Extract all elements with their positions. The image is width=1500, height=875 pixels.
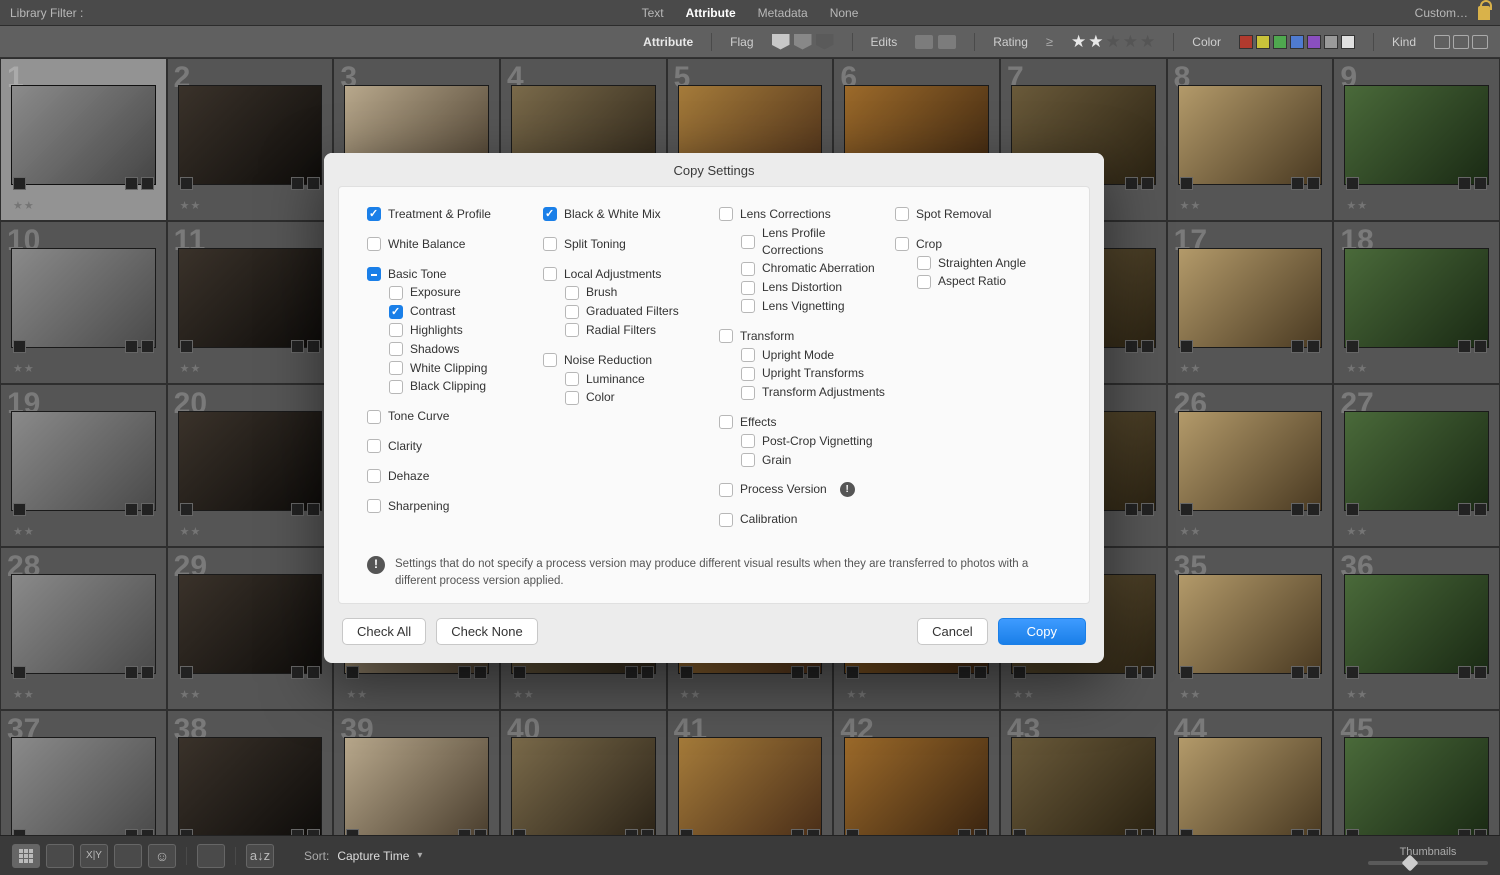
copy-button[interactable]: Copy xyxy=(998,618,1086,645)
checkbox-label: White Clipping xyxy=(410,360,487,377)
checkbox-label: Brush xyxy=(586,284,617,301)
checkbox-label: Shadows xyxy=(410,341,459,358)
checkbox-label: Aspect Ratio xyxy=(938,273,1006,290)
checkbox-contrast[interactable] xyxy=(389,305,403,319)
checkbox-brush[interactable] xyxy=(565,286,579,300)
checkbox-color[interactable] xyxy=(565,391,579,405)
checkbox-label: Radial Filters xyxy=(586,322,656,339)
checkbox-local-adjustments[interactable] xyxy=(543,267,557,281)
process-version-warning-icon: ! xyxy=(840,482,855,497)
checkbox-label: Upright Transforms xyxy=(762,365,864,382)
dialog-title: Copy Settings xyxy=(324,153,1104,186)
cancel-button[interactable]: Cancel xyxy=(917,618,987,645)
checkbox-label: Contrast xyxy=(410,303,455,320)
checkbox-transform-adjustments[interactable] xyxy=(741,386,755,400)
checkbox-label: Process Version xyxy=(740,481,827,498)
checkbox-label: Sharpening xyxy=(388,498,449,515)
checkbox-label: Highlights xyxy=(410,322,463,339)
checkbox-clarity[interactable] xyxy=(367,439,381,453)
checkbox-label: Noise Reduction xyxy=(564,352,652,369)
checkbox-post-crop-vignetting[interactable] xyxy=(741,434,755,448)
checkbox-label: Calibration xyxy=(740,511,797,528)
checkbox-lens-vignetting[interactable] xyxy=(741,299,755,313)
checkbox-basic-tone[interactable] xyxy=(367,267,381,281)
checkbox-label: Transform xyxy=(740,328,794,345)
checkbox-chromatic-aberration[interactable] xyxy=(741,262,755,276)
checkbox-shadows[interactable] xyxy=(389,342,403,356)
checkbox-crop[interactable] xyxy=(895,237,909,251)
checkbox-label: Black Clipping xyxy=(410,378,486,395)
checkbox-label: Clarity xyxy=(388,438,422,455)
checkbox-label: Lens Corrections xyxy=(740,206,831,223)
checkbox-label: Post-Crop Vignetting xyxy=(762,433,873,450)
checkbox-label: Lens Profile Corrections xyxy=(762,225,885,259)
warning-icon: ! xyxy=(367,556,385,574)
check-all-button[interactable]: Check All xyxy=(342,618,426,645)
checkbox-label: Straighten Angle xyxy=(938,255,1026,272)
checkbox-white-balance[interactable] xyxy=(367,237,381,251)
checkbox-noise-reduction[interactable] xyxy=(543,353,557,367)
checkbox-label: Local Adjustments xyxy=(564,266,661,283)
checkbox-lens-distortion[interactable] xyxy=(741,281,755,295)
checkbox-label: Luminance xyxy=(586,371,645,388)
checkbox-label: Color xyxy=(586,389,615,406)
checkbox-label: Split Toning xyxy=(564,236,626,253)
checkbox-label: Treatment & Profile xyxy=(388,206,491,223)
warning-text: Settings that do not specify a process v… xyxy=(395,556,1061,589)
checkbox-label: Effects xyxy=(740,414,776,431)
checkbox-straighten-angle[interactable] xyxy=(917,256,931,270)
checkbox-label: Lens Distortion xyxy=(762,279,842,296)
checkbox-label: Black & White Mix xyxy=(564,206,661,223)
checkbox-label: Basic Tone xyxy=(388,266,446,283)
checkbox-label: Grain xyxy=(762,452,791,469)
checkbox-black-clipping[interactable] xyxy=(389,380,403,394)
checkbox-exposure[interactable] xyxy=(389,286,403,300)
checkbox-white-clipping[interactable] xyxy=(389,361,403,375)
checkbox-luminance[interactable] xyxy=(565,372,579,386)
checkbox-treatment-profile[interactable] xyxy=(367,207,381,221)
checkbox-calibration[interactable] xyxy=(719,513,733,527)
checkbox-highlights[interactable] xyxy=(389,323,403,337)
checkbox-transform[interactable] xyxy=(719,329,733,343)
checkbox-lens-profile-corrections[interactable] xyxy=(741,235,755,249)
checkbox-label: Exposure xyxy=(410,284,461,301)
modal-overlay: Copy Settings Treatment & Profile White B… xyxy=(0,0,1500,875)
checkbox-graduated-filters[interactable] xyxy=(565,305,579,319)
checkbox-grain[interactable] xyxy=(741,453,755,467)
checkbox-process-version[interactable] xyxy=(719,483,733,497)
checkbox-label: Graduated Filters xyxy=(586,303,679,320)
copy-settings-dialog: Copy Settings Treatment & Profile White B… xyxy=(324,153,1104,663)
checkbox-effects[interactable] xyxy=(719,415,733,429)
checkbox-label: Tone Curve xyxy=(388,408,449,425)
checkbox-aspect-ratio[interactable] xyxy=(917,275,931,289)
checkbox-radial-filters[interactable] xyxy=(565,323,579,337)
checkbox-tone-curve[interactable] xyxy=(367,410,381,424)
checkbox-black-white-mix[interactable] xyxy=(543,207,557,221)
checkbox-lens-corrections[interactable] xyxy=(719,207,733,221)
checkbox-label: Crop xyxy=(916,236,942,253)
dialog-warning: ! Settings that do not specify a process… xyxy=(367,554,1061,589)
checkbox-label: White Balance xyxy=(388,236,465,253)
checkbox-label: Dehaze xyxy=(388,468,429,485)
check-none-button[interactable]: Check None xyxy=(436,618,538,645)
checkbox-sharpening[interactable] xyxy=(367,499,381,513)
checkbox-upright-mode[interactable] xyxy=(741,348,755,362)
checkbox-split-toning[interactable] xyxy=(543,237,557,251)
checkbox-label: Upright Mode xyxy=(762,347,834,364)
checkbox-spot-removal[interactable] xyxy=(895,207,909,221)
checkbox-label: Transform Adjustments xyxy=(762,384,885,401)
checkbox-dehaze[interactable] xyxy=(367,469,381,483)
checkbox-upright-transforms[interactable] xyxy=(741,367,755,381)
checkbox-label: Lens Vignetting xyxy=(762,298,845,315)
checkbox-label: Spot Removal xyxy=(916,206,991,223)
checkbox-label: Chromatic Aberration xyxy=(762,260,875,277)
